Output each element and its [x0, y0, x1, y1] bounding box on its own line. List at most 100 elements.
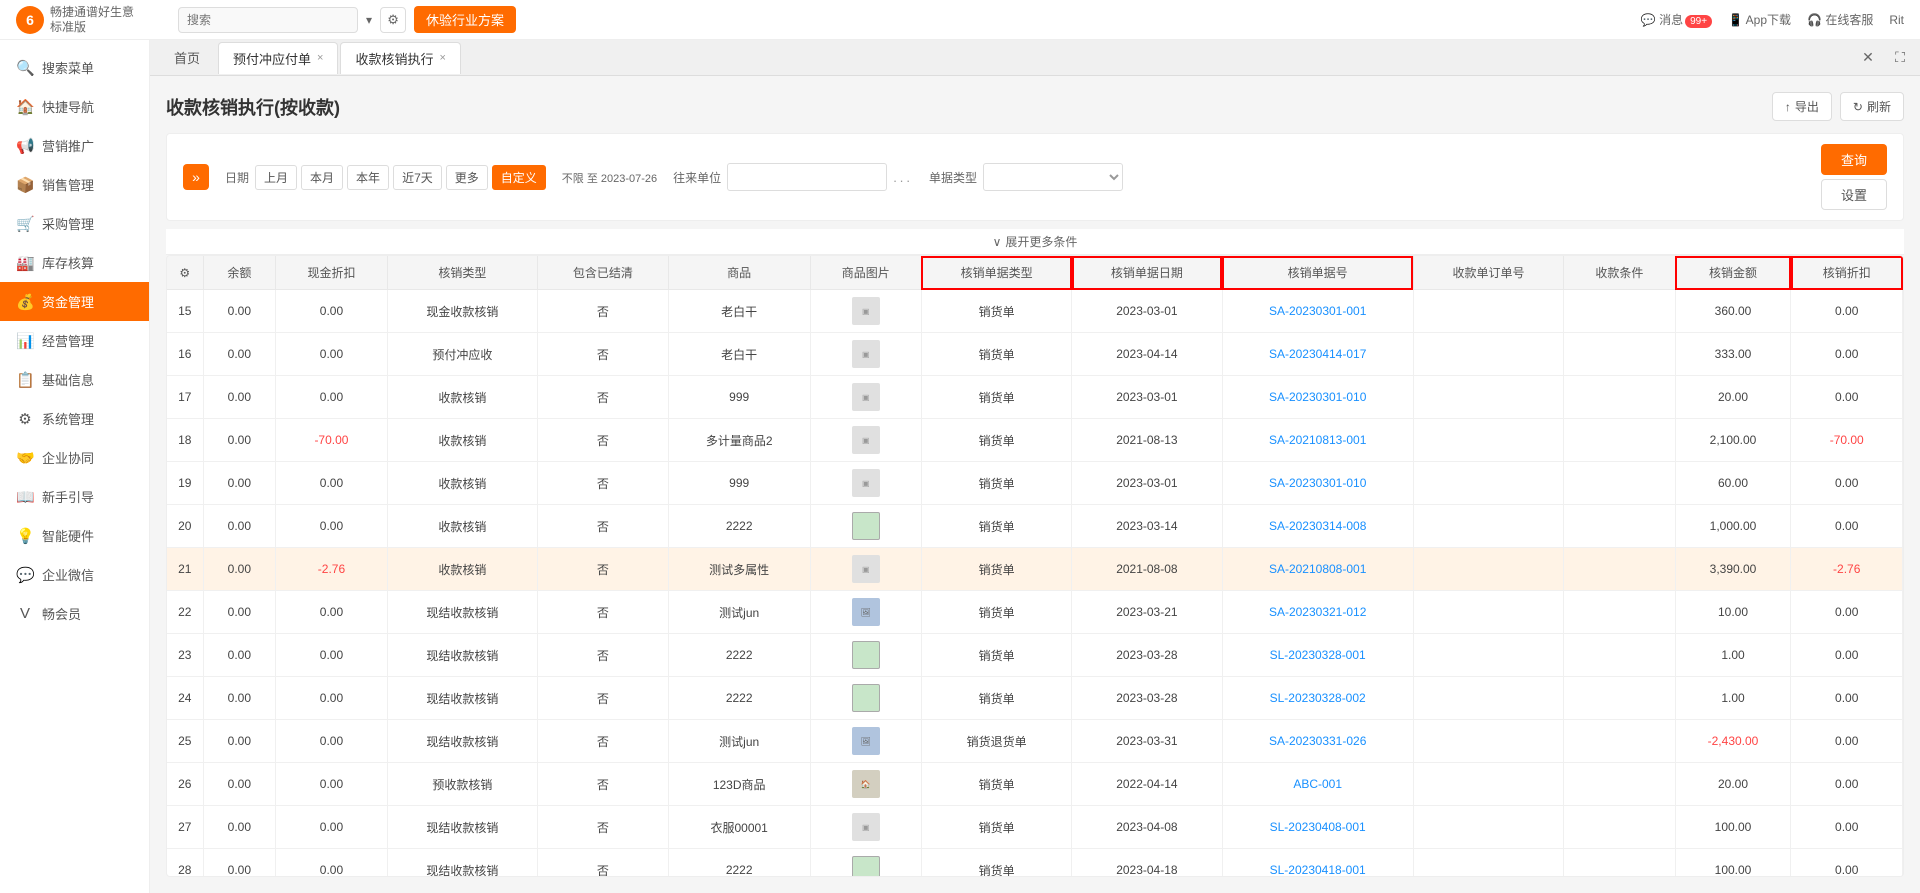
cell-writeoff-amount: 20.00 — [1675, 376, 1791, 419]
date-btn-last-month[interactable]: 上月 — [255, 165, 297, 190]
date-btn-more[interactable]: 更多 — [446, 165, 488, 190]
refresh-button[interactable]: ↻ 刷新 — [1840, 92, 1904, 121]
cell-product-image: ▣ — [810, 462, 921, 505]
sidebar-item-enterprise[interactable]: 🤝 企业协同 — [0, 438, 149, 477]
cell-writeoff-bill-date: 2023-03-21 — [1072, 591, 1222, 634]
tab-writeoff[interactable]: 收款核销执行 × — [340, 42, 460, 74]
messages-btn[interactable]: 💬 消息99+ — [1641, 11, 1712, 28]
cell-id: 21 — [167, 548, 203, 591]
cell-writeoff-bill-no[interactable]: SA-20230321-012 — [1222, 591, 1413, 634]
sidebar-item-sales[interactable]: 📦 销售管理 — [0, 165, 149, 204]
cell-product: 999 — [668, 462, 810, 505]
search-dropdown[interactable]: ▾ — [366, 13, 372, 27]
tab-close-btn[interactable]: ✕ — [1856, 46, 1880, 70]
cell-writeoff-amount: 333.00 — [1675, 333, 1791, 376]
cell-writeoff-bill-date: 2023-03-31 — [1072, 720, 1222, 763]
sidebar-item-purchase[interactable]: 🛒 采购管理 — [0, 204, 149, 243]
query-button[interactable]: 查询 — [1821, 144, 1887, 175]
cell-writeoff-discount: 0.00 — [1791, 333, 1903, 376]
settings-icon[interactable]: ⚙ — [380, 7, 406, 33]
sidebar-item-operations[interactable]: 📊 经营管理 — [0, 321, 149, 360]
sidebar-item-finance[interactable]: 💰 资金管理 — [0, 282, 149, 321]
partner-input[interactable] — [727, 163, 887, 191]
cell-writeoff-bill-no[interactable]: SA-20210808-001 — [1222, 548, 1413, 591]
tab-prepay-close[interactable]: × — [317, 52, 323, 64]
sidebar-item-quick-nav[interactable]: 🏠 快捷导航 — [0, 87, 149, 126]
cell-writeoff-discount: 0.00 — [1791, 763, 1903, 806]
app-download-btn[interactable]: 📱 App下载 — [1728, 11, 1791, 28]
sidebar-item-marketing[interactable]: 📢 营销推广 — [0, 126, 149, 165]
date-btn-this-month[interactable]: 本月 — [301, 165, 343, 190]
cell-writeoff-discount: 0.00 — [1791, 634, 1903, 677]
cell-product: 999 — [668, 376, 810, 419]
cell-receipt-condition — [1564, 462, 1675, 505]
tab-prepay[interactable]: 预付冲应付单 × — [218, 42, 338, 74]
sidebar-item-system[interactable]: ⚙ 系统管理 — [0, 399, 149, 438]
cell-writeoff-amount: 3,390.00 — [1675, 548, 1791, 591]
cell-product-image — [810, 849, 921, 878]
cell-writeoff-bill-no[interactable]: SL-20230328-001 — [1222, 634, 1413, 677]
sidebar-item-smart-hw[interactable]: 💡 智能硬件 — [0, 516, 149, 555]
billtype-select[interactable] — [983, 163, 1123, 191]
sidebar-item-member[interactable]: V 畅会员 — [0, 594, 149, 633]
cell-writeoff-bill-no[interactable]: SA-20210813-001 — [1222, 419, 1413, 462]
cell-writeoff-discount: 0.00 — [1791, 677, 1903, 720]
cell-writeoff-bill-date: 2023-04-14 — [1072, 333, 1222, 376]
industry-btn[interactable]: 休验行业方案 — [414, 6, 516, 33]
page-header: 收款核销执行(按收款) ↑ 导出 ↻ 刷新 — [166, 92, 1904, 121]
sidebar-item-inventory[interactable]: 🏭 库存核算 — [0, 243, 149, 282]
cell-writeoff-bill-date: 2021-08-13 — [1072, 419, 1222, 462]
cell-balance: 0.00 — [203, 376, 276, 419]
cell-writeoff-discount: 0.00 — [1791, 849, 1903, 878]
table-row: 26 0.00 0.00 预收款核销 否 123D商品 🏠 销货单 2022-0… — [167, 763, 1903, 806]
cell-receipt-condition — [1564, 806, 1675, 849]
cell-writeoff-bill-no[interactable]: SA-20230414-017 — [1222, 333, 1413, 376]
wechat-icon: 💬 — [16, 566, 34, 584]
table-row: 16 0.00 0.00 预付冲应收 否 老白干 ▣ 销货单 2023-04-1… — [167, 333, 1903, 376]
date-btn-7days[interactable]: 近7天 — [393, 165, 442, 190]
cell-writeoff-bill-no[interactable]: SL-20230418-001 — [1222, 849, 1413, 878]
sidebar-item-label: 采购管理 — [42, 214, 94, 233]
date-btn-this-year[interactable]: 本年 — [347, 165, 389, 190]
cell-writeoff-bill-no[interactable]: SA-20230314-008 — [1222, 505, 1413, 548]
cell-writeoff-bill-date: 2023-03-01 — [1072, 462, 1222, 505]
cell-writeoff-bill-no[interactable]: SA-20230301-001 — [1222, 290, 1413, 333]
cell-write-off-type: 现结收款核销 — [387, 849, 537, 878]
sidebar-item-search-menu[interactable]: 🔍 搜索菜单 — [0, 48, 149, 87]
top-search-area: ▾ ⚙ 休验行业方案 — [178, 6, 1629, 33]
cell-cash-discount: 0.00 — [276, 462, 387, 505]
export-button[interactable]: ↑ 导出 — [1772, 92, 1832, 121]
cell-product-image: 🏠 — [810, 763, 921, 806]
cell-id: 23 — [167, 634, 203, 677]
cell-writeoff-bill-no[interactable]: SA-20230301-010 — [1222, 462, 1413, 505]
cell-writeoff-bill-no[interactable]: ABC-001 — [1222, 763, 1413, 806]
cell-id: 22 — [167, 591, 203, 634]
tab-writeoff-close[interactable]: × — [439, 52, 445, 64]
cell-balance: 0.00 — [203, 806, 276, 849]
table-row: 21 0.00 -2.76 收款核销 否 测试多属性 ▣ 销货单 2021-08… — [167, 548, 1903, 591]
cell-writeoff-bill-no[interactable]: SL-20230328-002 — [1222, 677, 1413, 720]
cell-writeoff-bill-no[interactable]: SA-20230301-010 — [1222, 376, 1413, 419]
th-gear[interactable]: ⚙ — [167, 256, 203, 290]
filter-expand-btn[interactable]: » — [183, 164, 209, 190]
cell-writeoff-amount: 20.00 — [1675, 763, 1791, 806]
sidebar-item-guide[interactable]: 📖 新手引导 — [0, 477, 149, 516]
sidebar: 🔍 搜索菜单 🏠 快捷导航 📢 营销推广 📦 销售管理 🛒 采购管理 🏭 库存核… — [0, 40, 150, 893]
sidebar-item-wechat[interactable]: 💬 企业微信 — [0, 555, 149, 594]
cell-writeoff-bill-no[interactable]: SA-20230331-026 — [1222, 720, 1413, 763]
expand-more-btn[interactable]: ∨ 展开更多条件 — [993, 233, 1078, 250]
cell-receipt-order-no — [1413, 677, 1563, 720]
cell-writeoff-amount: 100.00 — [1675, 806, 1791, 849]
settings-button[interactable]: 设置 — [1821, 179, 1887, 210]
online-service-btn[interactable]: 🎧 在线客服 — [1807, 11, 1873, 28]
th-writeoff-bill-no: 核销单据号 — [1222, 256, 1413, 290]
tab-home[interactable]: 首页 — [158, 42, 216, 73]
cell-writeoff-bill-type: 销货单 — [921, 376, 1071, 419]
sidebar-item-basic-info[interactable]: 📋 基础信息 — [0, 360, 149, 399]
search-input[interactable] — [178, 7, 358, 33]
cell-writeoff-bill-no[interactable]: SL-20230408-001 — [1222, 806, 1413, 849]
cell-product: 123D商品 — [668, 763, 810, 806]
cell-id: 28 — [167, 849, 203, 878]
date-btn-custom[interactable]: 自定义 — [492, 165, 546, 190]
tab-expand-btn[interactable]: ⛶ — [1888, 46, 1912, 70]
